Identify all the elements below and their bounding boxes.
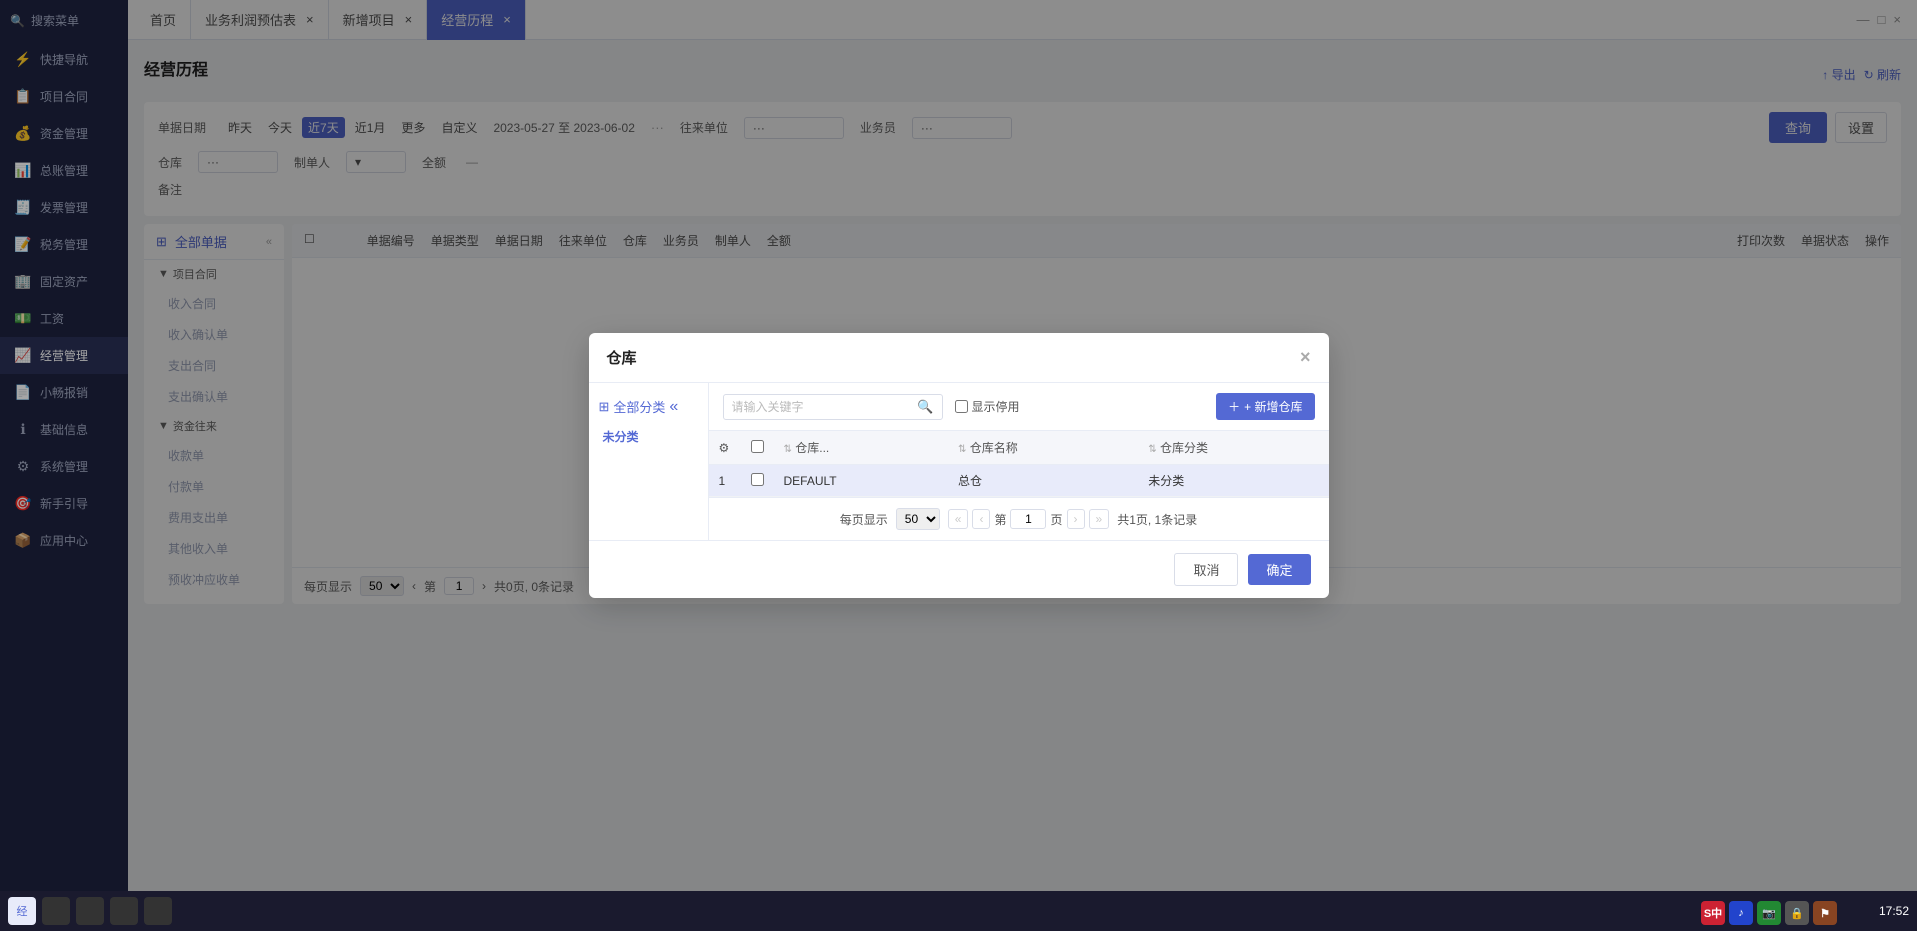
cancel-btn[interactable]: 取消 xyxy=(1174,553,1238,586)
row-check[interactable] xyxy=(741,465,774,497)
last-page-btn[interactable]: » xyxy=(1089,509,1110,529)
taskbar-icon-5[interactable] xyxy=(144,897,172,925)
plus-icon: ＋ xyxy=(1228,398,1240,415)
search-icon: 🔍 xyxy=(917,399,933,415)
category-grid-icon: ⊞ xyxy=(599,399,610,415)
row-category: 未分类 xyxy=(1138,465,1328,497)
confirm-btn[interactable]: 确定 xyxy=(1248,554,1310,585)
row-code: DEFAULT xyxy=(774,465,948,497)
prev-page-btn[interactable]: ‹ xyxy=(972,509,990,529)
modal-header: 仓库 × xyxy=(589,333,1329,383)
sys-icon-flag[interactable]: ⚑ xyxy=(1813,901,1837,925)
modal-pagination: 每页显示 50 « ‹ 第 页 › » 共1页 xyxy=(709,497,1329,540)
add-warehouse-label: + 新增仓库 xyxy=(1244,398,1302,415)
show-disabled-wrap: 显示停用 xyxy=(955,398,1020,415)
modal-search-bar: 🔍 显示停用 ＋ + 新增仓库 xyxy=(709,383,1329,431)
modal-title: 仓库 xyxy=(607,347,1300,368)
row-num: 1 xyxy=(709,465,741,497)
pagination-total: 共1页, 1条记录 xyxy=(1117,511,1197,528)
category-collapse-btn[interactable]: « xyxy=(669,398,678,416)
taskbar-icon-3[interactable] xyxy=(76,897,104,925)
taskbar: 经 17:52 xyxy=(0,891,1917,931)
sys-icon-lock[interactable]: 🔒 xyxy=(1785,901,1809,925)
sort-icon: ⇅ xyxy=(784,444,792,455)
modal-footer: 取消 确定 xyxy=(589,540,1329,598)
search-input-wrap: 🔍 xyxy=(723,394,943,420)
next-page-btn[interactable]: › xyxy=(1067,509,1085,529)
select-all-checkbox[interactable] xyxy=(751,440,764,453)
modal-overlay: 仓库 × ⊞ 全部分类 « 未分类 xyxy=(128,0,1917,931)
sys-icons: S中 ♪ 📷 🔒 ⚑ xyxy=(1701,901,1837,925)
sys-icon-s[interactable]: S中 xyxy=(1701,901,1725,925)
col-name[interactable]: ⇅ 仓库名称 xyxy=(948,431,1138,465)
modal-body: ⊞ 全部分类 « 未分类 🔍 xyxy=(589,383,1329,540)
taskbar-icon-1[interactable]: 经 xyxy=(8,897,36,925)
taskbar-icon-2[interactable] xyxy=(42,897,70,925)
modal-search-input[interactable] xyxy=(732,400,914,414)
category-panel: ⊞ 全部分类 « 未分类 xyxy=(589,383,709,540)
sort-icon-cat: ⇅ xyxy=(1148,444,1156,455)
warehouse-modal: 仓库 × ⊞ 全部分类 « 未分类 xyxy=(589,333,1329,598)
show-disabled-checkbox[interactable] xyxy=(955,400,968,413)
col-code[interactable]: ⇅ 仓库... xyxy=(774,431,948,465)
category-all-label: 全部分类 xyxy=(613,397,665,416)
category-item-uncategorized[interactable]: 未分类 xyxy=(589,422,708,451)
show-disabled-label: 显示停用 xyxy=(972,398,1020,415)
modal-table-panel: 🔍 显示停用 ＋ + 新增仓库 xyxy=(709,383,1329,540)
row-checkbox[interactable] xyxy=(751,473,764,486)
modal-page-input[interactable] xyxy=(1010,509,1046,529)
sys-icon-cam[interactable]: 📷 xyxy=(1757,901,1781,925)
add-warehouse-btn[interactable]: ＋ + 新增仓库 xyxy=(1216,393,1314,420)
taskbar-time: 17:52 xyxy=(1879,904,1909,918)
page-nav: « ‹ 第 页 › » xyxy=(948,509,1109,529)
sort-icon-name: ⇅ xyxy=(958,444,966,455)
category-all[interactable]: ⊞ 全部分类 « xyxy=(589,391,708,422)
col-category[interactable]: ⇅ 仓库分类 xyxy=(1138,431,1328,465)
main-area: 首页 业务利润预估表 × 新增项目 × 经营历程 × — □ × 经 xyxy=(128,0,1917,931)
sys-icon-mic[interactable]: ♪ xyxy=(1729,901,1753,925)
modal-close-btn[interactable]: × xyxy=(1300,347,1311,368)
col-settings[interactable]: ⚙ xyxy=(709,431,741,465)
col-checkbox xyxy=(741,431,774,465)
row-name: 总仓 xyxy=(948,465,1138,497)
first-page-btn[interactable]: « xyxy=(948,509,969,529)
table-row[interactable]: 1 DEFAULT 总仓 未分类 xyxy=(709,465,1329,497)
modal-per-page[interactable]: 50 xyxy=(896,508,940,530)
taskbar-icon-4[interactable] xyxy=(110,897,138,925)
modal-data-table: ⚙ ⇅ 仓库... xyxy=(709,431,1329,497)
